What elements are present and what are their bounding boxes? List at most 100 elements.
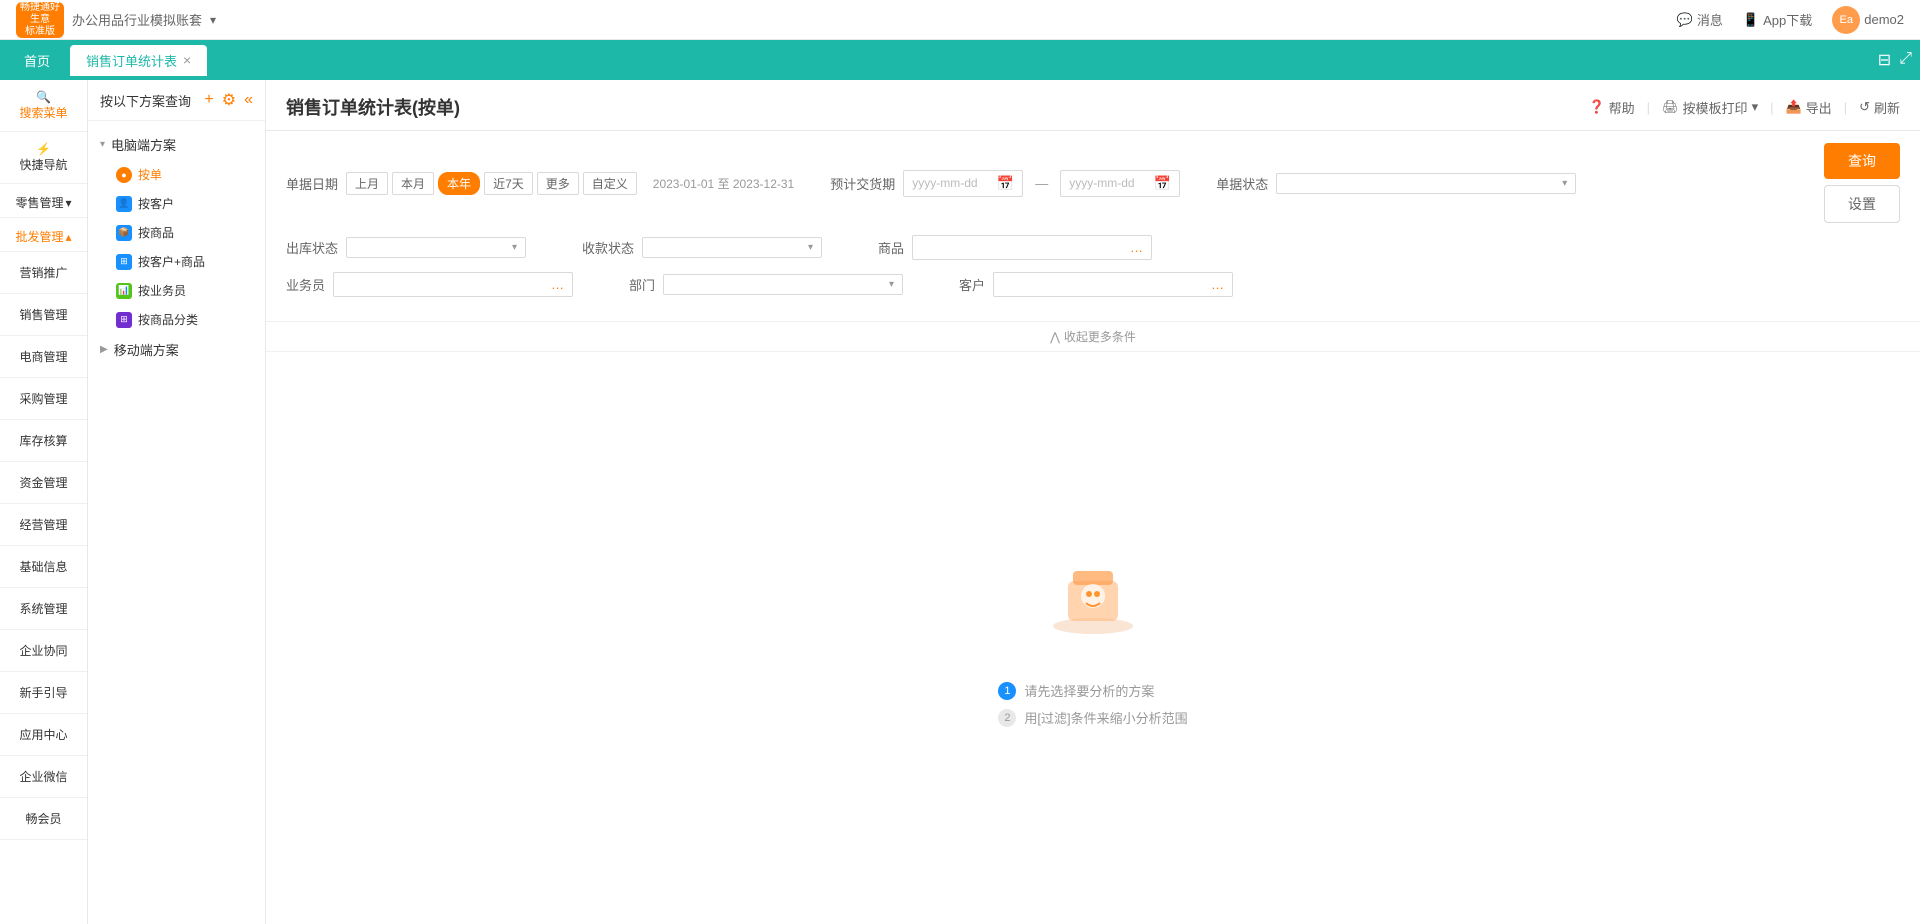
query-button[interactable]: 查询: [1824, 143, 1900, 179]
goods-input[interactable]: …: [912, 235, 1152, 260]
scheme-item-by-cust-goods[interactable]: ⊞ 按客户+商品: [88, 247, 265, 276]
goods-group: 商品 …: [878, 235, 1152, 260]
collapse-button[interactable]: ⋀ 收起更多条件: [1050, 328, 1136, 345]
sidebar-inventory-label: 库存核算: [0, 432, 87, 449]
scheme-group-title: 电脑端方案: [111, 135, 176, 154]
help-btn[interactable]: ❓ 帮助: [1588, 98, 1634, 117]
app-download-btn[interactable]: 📱 App下载: [1743, 10, 1812, 29]
customer-more-icon: …: [1211, 277, 1224, 292]
customer-group: 客户 …: [959, 272, 1233, 297]
sidebar-corp-label: 企业协同: [0, 642, 87, 659]
sidebar-item-basic[interactable]: 基础信息: [0, 546, 87, 588]
sidebar-item-finance[interactable]: 资金管理: [0, 462, 87, 504]
dept-select[interactable]: ▾: [663, 274, 903, 295]
dept-caret-icon: ▾: [889, 279, 894, 290]
sidebar-retail-arrow: ▾: [65, 196, 71, 210]
avatar: Ea: [1832, 6, 1860, 34]
topbar-left: 畅捷通好生意标准版 办公用品行业模拟账套 ▾: [16, 2, 216, 38]
topbar-dropdown-icon[interactable]: ▾: [210, 13, 216, 27]
sidebar-item-corp[interactable]: 企业协同: [0, 630, 87, 672]
scheme-setting-icon[interactable]: ⚙: [222, 90, 236, 110]
query-col: 查询 设置: [1808, 143, 1900, 223]
date-btn-custom[interactable]: 自定义: [583, 172, 637, 195]
tab-sales-statistics[interactable]: 销售订单统计表 ×: [70, 45, 207, 76]
empty-steps-list: 1 请先选择要分析的方案 2 用[过滤]条件来缩小分析范围: [998, 681, 1187, 735]
date-btn-last-month[interactable]: 上月: [346, 172, 388, 195]
status-filter-group: 单据状态 ▾: [1216, 173, 1576, 194]
sidebar-purchase-label: 采购管理: [0, 390, 87, 407]
payment-select[interactable]: ▾: [642, 237, 822, 258]
tab-home[interactable]: 首页: [8, 45, 66, 76]
sidebar-item-system[interactable]: 系统管理: [0, 588, 87, 630]
message-btn[interactable]: 💬 消息: [1677, 10, 1723, 29]
step-num-1: 1: [998, 682, 1016, 700]
user-menu[interactable]: Ea demo2: [1832, 6, 1904, 34]
sidebar-item-operation[interactable]: 经营管理: [0, 504, 87, 546]
payment-caret-icon: ▾: [808, 242, 813, 253]
scheme-group-header-desktop[interactable]: ▾ 电脑端方案: [88, 129, 265, 160]
salesman-input[interactable]: …: [333, 272, 573, 297]
expected-date-start[interactable]: yyyy-mm-dd 📅: [903, 170, 1023, 197]
scheme-item-by-customer[interactable]: 👤 按客户: [88, 189, 265, 218]
status-caret-icon: ▾: [1562, 178, 1567, 189]
scheme-item-by-goods[interactable]: 📦 按商品: [88, 218, 265, 247]
sidebar-item-newbie[interactable]: 新手引导: [0, 672, 87, 714]
sidebar-item-retail[interactable]: 零售管理 ▾: [0, 184, 87, 218]
scheme-item-by-order[interactable]: ● 按单: [88, 160, 265, 189]
window-minimize-icon[interactable]: ⊟: [1878, 50, 1891, 70]
sidebar-item-inventory[interactable]: 库存核算: [0, 420, 87, 462]
date-btn-this-month[interactable]: 本月: [392, 172, 434, 195]
sidebar-item-sales-mgmt[interactable]: 销售管理: [0, 294, 87, 336]
step-1-label: 请先选择要分析的方案: [1024, 681, 1154, 700]
scheme-collapse-icon[interactable]: «: [244, 91, 253, 109]
tab-close-icon[interactable]: ×: [183, 52, 191, 68]
date-btn-this-year[interactable]: 本年: [438, 172, 480, 195]
setting-button[interactable]: 设置: [1824, 185, 1900, 223]
print-btn[interactable]: 🖨 按模板打印 ▾: [1662, 98, 1758, 117]
export-btn[interactable]: 📤 导出: [1785, 98, 1831, 117]
sidebar-item-ecommerce[interactable]: 电商管理: [0, 336, 87, 378]
sidebar-item-member[interactable]: 畅会员: [0, 798, 87, 840]
sidebar-item-wechat[interactable]: 企业微信: [0, 756, 87, 798]
scheme-add-icon[interactable]: +: [204, 91, 213, 109]
filter-row-3: 业务员 … 部门 ▾ 客户: [286, 272, 1900, 297]
payment-group: 收款状态 ▾: [582, 237, 822, 258]
main-content: 销售订单统计表(按单) ❓ 帮助 | 🖨 按模板打印 ▾ |: [266, 80, 1920, 924]
sidebar-wholesale-label: 批发管理: [15, 228, 63, 245]
scheme-item-icon-goods: 📦: [116, 225, 132, 241]
divider2: |: [1770, 100, 1773, 115]
expected-date-end[interactable]: yyyy-mm-dd 📅: [1060, 170, 1180, 197]
scheme-item-by-salesman[interactable]: 📊 按业务员: [88, 276, 265, 305]
calendar-start-icon: 📅: [997, 175, 1014, 192]
date-end-placeholder: yyyy-mm-dd: [1069, 176, 1134, 190]
status-select[interactable]: ▾: [1276, 173, 1576, 194]
scheme-mobile-section[interactable]: ▶ 移动端方案: [88, 334, 265, 365]
refresh-icon: ↺: [1859, 99, 1870, 115]
goods-more-icon: …: [1130, 240, 1143, 255]
salesman-more-icon: …: [551, 277, 564, 292]
sidebar-item-wholesale[interactable]: 批发管理 ▴: [0, 218, 87, 252]
date-btn-last-7[interactable]: 近7天: [484, 172, 533, 195]
refresh-btn[interactable]: ↺ 刷新: [1859, 98, 1900, 117]
shipment-select[interactable]: ▾: [346, 237, 526, 258]
scheme-panel-icons: + ⚙ «: [204, 90, 253, 110]
calendar-end-icon: 📅: [1154, 175, 1171, 192]
sidebar-item-search[interactable]: 🔍 搜索菜单: [0, 80, 87, 132]
print-icon: 🖨: [1662, 99, 1679, 115]
scheme-mobile-arrow: ▶: [100, 344, 108, 355]
filter-row-1: 单据日期 上月 本月 本年 近7天 更多 自定义 2023-01-01 至 20…: [286, 143, 1900, 223]
divider3: |: [1844, 100, 1847, 115]
scheme-item-icon-category: ⊞: [116, 312, 132, 328]
sidebar-item-purchase[interactable]: 采购管理: [0, 378, 87, 420]
main-layout: 🔍 搜索菜单 ⚡ 快捷导航 零售管理 ▾ 批发管理 ▴ 营销推广 销售管理 电商…: [0, 80, 1920, 924]
sidebar-item-appcenter[interactable]: 应用中心: [0, 714, 87, 756]
customer-input[interactable]: …: [993, 272, 1233, 297]
window-expand-icon[interactable]: ⤢: [1899, 50, 1912, 70]
date-btn-more[interactable]: 更多: [537, 172, 579, 195]
sidebar-item-marketing[interactable]: 营销推广: [0, 252, 87, 294]
expected-date-label: 预计交货期: [830, 174, 895, 193]
sidebar-marketing-label: 营销推广: [0, 264, 87, 281]
sidebar-item-quick-nav[interactable]: ⚡ 快捷导航: [0, 132, 87, 184]
scheme-item-by-category[interactable]: ⊞ 按商品分类: [88, 305, 265, 334]
empty-step-1: 1 请先选择要分析的方案: [998, 681, 1187, 700]
